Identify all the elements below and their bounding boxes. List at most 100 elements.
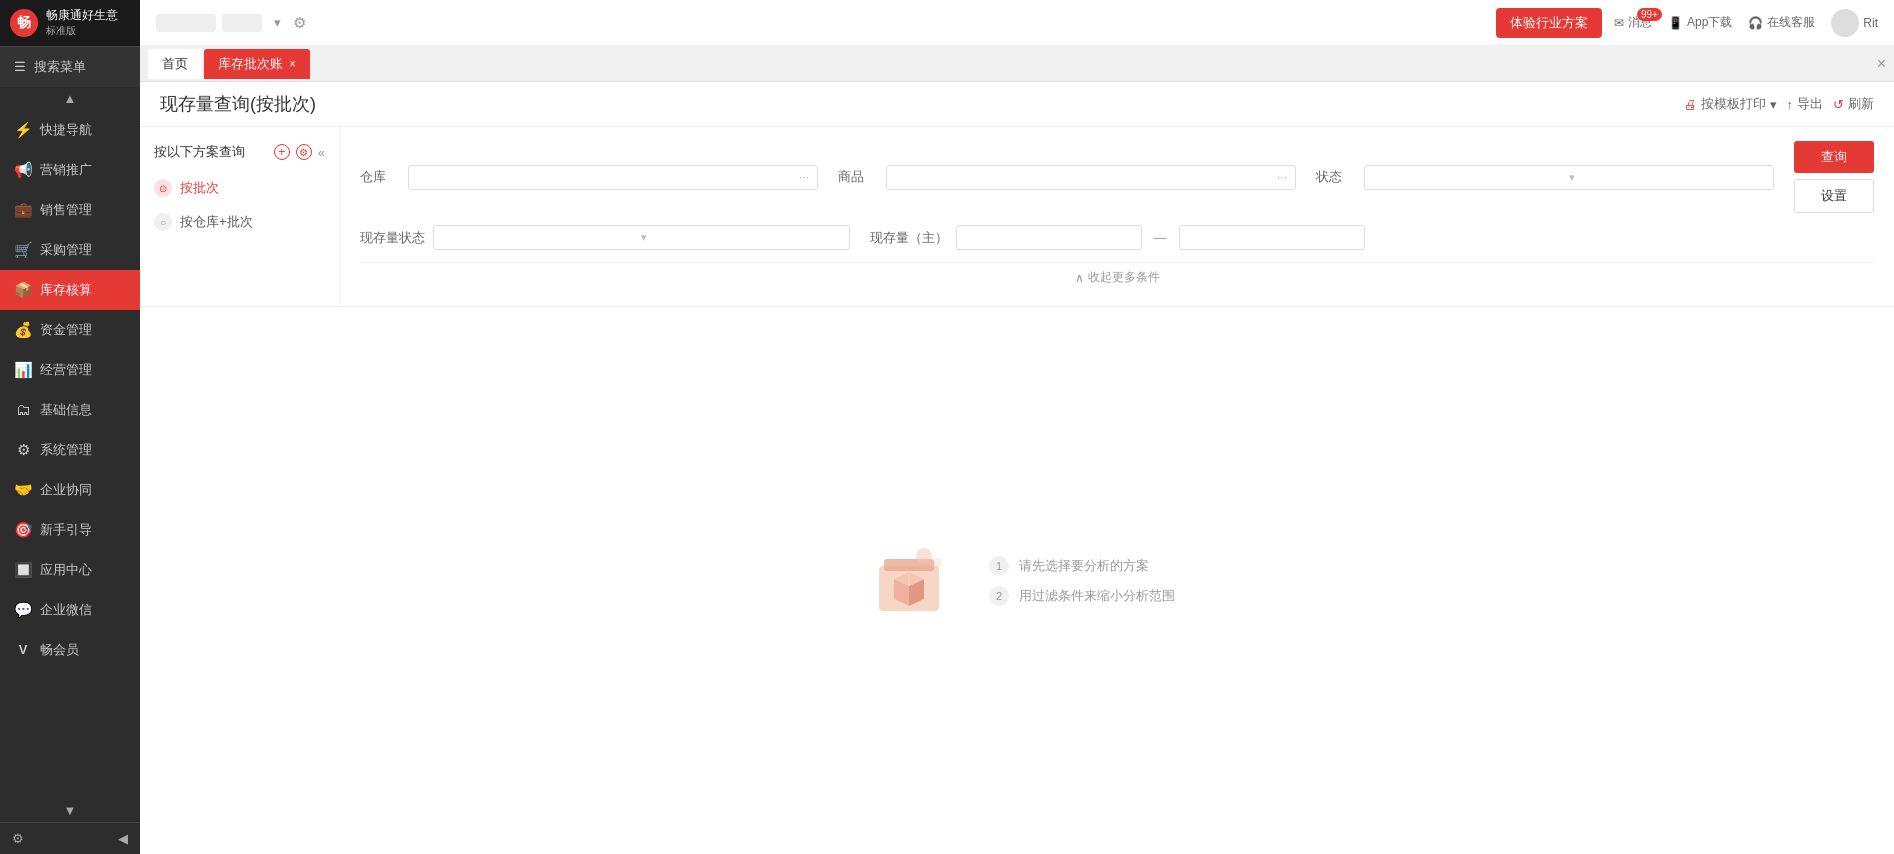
step-1-num: 1 (989, 556, 1009, 576)
operations-icon: 📊 (14, 361, 32, 379)
service-icon: 🎧 (1748, 16, 1763, 30)
online-service-action[interactable]: 🎧 在线客服 (1748, 14, 1815, 31)
sidebar-item-sales[interactable]: 💼 销售管理 (0, 190, 140, 230)
print-label: 按模板打印 (1701, 95, 1766, 113)
stock-qty-max-input[interactable] (1188, 230, 1356, 245)
filter-row-2: 现存量状态 ▾ 现存量（主） — (360, 225, 1874, 250)
appstore-icon: 🔲 (14, 561, 32, 579)
dropdown-icon[interactable]: ▾ (274, 15, 281, 30)
sidebar-nav: ⚡ 快捷导航 📢 营销推广 💼 销售管理 🛒 采购管理 📦 库存核算 💰 资金管… (0, 110, 140, 799)
settings-topbar-icon[interactable]: ⚙ (293, 14, 306, 32)
sidebar-item-label: 企业协同 (40, 481, 92, 499)
sidebar-header: 畅 畅康通好生意 标准版 (0, 0, 140, 47)
refresh-label: 刷新 (1848, 95, 1874, 113)
marketing-icon: 📢 (14, 161, 32, 179)
industry-btn[interactable]: 体验行业方案 (1496, 8, 1602, 38)
finance-icon: 💰 (14, 321, 32, 339)
sidebar-item-basic[interactable]: 🗂 基础信息 (0, 390, 140, 430)
print-icon: 🖨 (1684, 97, 1697, 112)
sidebar-item-newuser[interactable]: 🎯 新手引导 (0, 510, 140, 550)
sidebar-item-quick-nav[interactable]: ⚡ 快捷导航 (0, 110, 140, 150)
sidebar-search[interactable]: ☰ 搜索菜单 (0, 47, 140, 87)
inventory-icon: 📦 (14, 281, 32, 299)
breadcrumb (156, 14, 262, 32)
refresh-action[interactable]: ↺ 刷新 (1833, 95, 1874, 113)
main-area: ▾ ⚙ 体验行业方案 ✉ 消息 99+ 📱 App下载 🎧 在线客服 Rit (140, 0, 1894, 854)
sidebar: 畅 畅康通好生意 标准版 ☰ 搜索菜单 ▲ ⚡ 快捷导航 📢 营销推广 💼 销售… (0, 0, 140, 854)
tab-close-all[interactable]: × (1877, 55, 1886, 73)
form-action-buttons: 查询 设置 (1794, 141, 1874, 213)
filter-row-1: 仓库 ··· 商品 ··· 状态 (360, 141, 1874, 213)
sidebar-item-label: 经营管理 (40, 361, 92, 379)
sidebar-footer: ⚙ ◀ (0, 822, 140, 854)
user-menu[interactable]: Rit (1831, 9, 1878, 37)
print-dropdown-icon[interactable]: ▾ (1770, 97, 1777, 112)
sidebar-scroll-up[interactable]: ▲ (0, 87, 140, 110)
product-input[interactable] (895, 170, 1277, 185)
filter-sidebar-actions: + ⚙ « (274, 144, 325, 160)
settings-icon[interactable]: ⚙ (12, 831, 24, 846)
messages-action[interactable]: ✉ 消息 99+ (1614, 14, 1652, 31)
export-label: 导出 (1797, 95, 1823, 113)
message-icon: ✉ (1614, 16, 1624, 30)
sidebar-item-system[interactable]: ⚙ 系统管理 (0, 430, 140, 470)
tab-inventory-batch[interactable]: 库存批次账 × (204, 49, 310, 79)
status-select[interactable]: ▾ (1364, 165, 1774, 190)
sidebar-item-purchase[interactable]: 🛒 采购管理 (0, 230, 140, 270)
print-action[interactable]: 🖨 按模板打印 ▾ (1684, 95, 1777, 113)
collapse-sidebar-icon[interactable]: ◀ (118, 831, 128, 846)
sidebar-item-corp[interactable]: 🤝 企业协同 (0, 470, 140, 510)
warehouse-input[interactable] (417, 170, 799, 185)
purchase-icon: 🛒 (14, 241, 32, 259)
sidebar-item-label: 采购管理 (40, 241, 92, 259)
sidebar-item-operations[interactable]: 📊 经营管理 (0, 350, 140, 390)
sidebar-scroll-down[interactable]: ▼ (0, 799, 140, 822)
page-header: 现存量查询(按批次) 🖨 按模板打印 ▾ ↑ 导出 ↺ 刷新 (140, 82, 1894, 127)
empty-steps: 1 请先选择要分析的方案 2 用过滤条件来缩小分析范围 (989, 556, 1175, 606)
filter-settings-icon[interactable]: ⚙ (296, 144, 312, 160)
export-action[interactable]: ↑ 导出 (1787, 95, 1824, 113)
empty-state-content: 1 请先选择要分析的方案 2 用过滤条件来缩小分析范围 (859, 531, 1175, 631)
settings-button[interactable]: 设置 (1794, 179, 1874, 213)
filter-sidebar-header: 按以下方案查询 + ⚙ « (140, 137, 339, 171)
brand-sub: 标准版 (46, 24, 118, 38)
filter-collapse-icon[interactable]: « (318, 145, 325, 160)
stock-qty-min-input[interactable] (965, 230, 1133, 245)
sidebar-item-finance[interactable]: 💰 资金管理 (0, 310, 140, 350)
filter-option-icon-warehouse: ○ (154, 213, 172, 231)
filter-option-icon-batch: ⊙ (154, 179, 172, 197)
online-service-label: 在线客服 (1767, 14, 1815, 31)
filter-option-label: 按仓库+批次 (180, 213, 253, 231)
sidebar-item-member[interactable]: V 畅会员 (0, 630, 140, 670)
avatar (1831, 9, 1859, 37)
tab-home-label: 首页 (162, 55, 188, 73)
warehouse-more-icon[interactable]: ··· (799, 170, 809, 184)
warehouse-input-container: ··· (408, 165, 818, 190)
query-button[interactable]: 查询 (1794, 141, 1874, 173)
filter-form: 仓库 ··· 商品 ··· 状态 (340, 127, 1894, 306)
stock-qty-dash: — (1150, 230, 1171, 245)
page-title: 现存量查询(按批次) (160, 92, 316, 116)
sidebar-item-appstore[interactable]: 🔲 应用中心 (0, 550, 140, 590)
svg-point-6 (916, 548, 932, 564)
user-name: Rit (1863, 16, 1878, 30)
sidebar-item-wechat[interactable]: 💬 企业微信 (0, 590, 140, 630)
tab-close-icon[interactable]: × (289, 58, 296, 70)
sidebar-item-inventory[interactable]: 📦 库存核算 (0, 270, 140, 310)
stock-status-select[interactable]: ▾ (433, 225, 850, 250)
sales-icon: 💼 (14, 201, 32, 219)
filter-add-icon[interactable]: + (274, 144, 290, 160)
brand-name: 畅康通好生意 (46, 8, 118, 24)
status-chevron-icon: ▾ (1569, 171, 1765, 184)
filter-option-by-batch[interactable]: ⊙ 按批次 (140, 171, 339, 205)
tab-active-label: 库存批次账 (218, 55, 283, 73)
app-download-action[interactable]: 📱 App下载 (1668, 14, 1732, 31)
filter-option-by-warehouse-batch[interactable]: ○ 按仓库+批次 (140, 205, 339, 239)
collapse-bar[interactable]: ∧ 收起更多条件 (360, 262, 1874, 292)
breadcrumb-placeholder2 (222, 14, 262, 32)
product-more-icon[interactable]: ··· (1277, 170, 1287, 184)
sidebar-item-marketing[interactable]: 📢 营销推广 (0, 150, 140, 190)
sidebar-item-label: 系统管理 (40, 441, 92, 459)
tab-home[interactable]: 首页 (148, 49, 202, 79)
basic-icon: 🗂 (14, 401, 32, 419)
